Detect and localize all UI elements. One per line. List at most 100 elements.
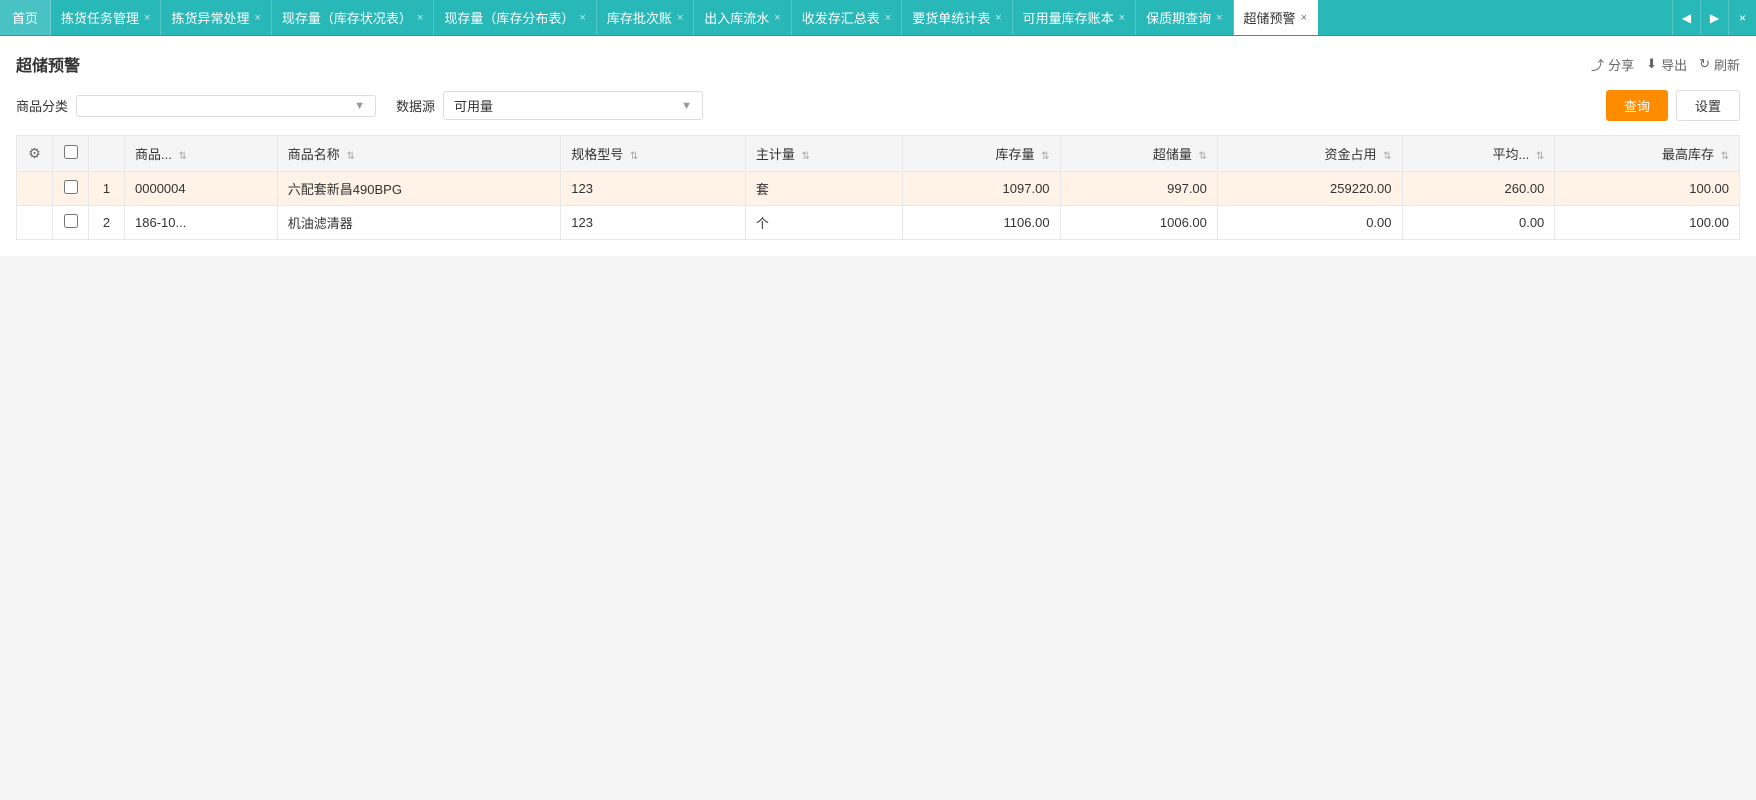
refresh-label: 刷新: [1714, 55, 1740, 74]
col-overstock[interactable]: 超储量 ⇅: [1060, 136, 1217, 172]
close-nav-5[interactable]: ×: [677, 12, 683, 24]
col-max-stock[interactable]: 最高库存 ⇅: [1555, 136, 1740, 172]
sort-icon-capital: ⇅: [1383, 151, 1391, 162]
close-nav-6[interactable]: ×: [774, 12, 780, 24]
nav-label-4: 现存量（库存分布表）: [444, 8, 574, 27]
category-label: 商品分类: [16, 96, 68, 115]
export-label: 导出: [1661, 55, 1687, 74]
nav-label-1: 拣货任务管理: [61, 8, 139, 27]
cell-num-1: 2: [89, 206, 125, 240]
cell-spec-0: 123: [561, 172, 746, 206]
nav-label-9: 可用量库存账本: [1023, 8, 1114, 27]
cell-overstock-0: 997.00: [1060, 172, 1217, 206]
nav-label-7: 收发存汇总表: [802, 8, 880, 27]
sort-icon-overstock: ⇅: [1199, 151, 1207, 162]
filter-row: 商品分类 ▼ 数据源 可用量 ▼ 查询 设置: [16, 90, 1740, 121]
nav-arrow-close[interactable]: ×: [1728, 0, 1756, 36]
sort-icon-avg: ⇅: [1536, 151, 1544, 162]
sort-icon-stock: ⇅: [1041, 151, 1049, 162]
gear-icon[interactable]: ⚙: [28, 145, 41, 161]
cell-capital-0: 259220.00: [1217, 172, 1402, 206]
nav-item-6[interactable]: 出入库流水 ×: [694, 0, 791, 36]
select-all-checkbox[interactable]: [64, 145, 78, 159]
col-unit[interactable]: 主计量 ⇅: [745, 136, 902, 172]
sort-icon-unit: ⇅: [802, 151, 810, 162]
close-nav-7[interactable]: ×: [885, 12, 891, 24]
nav-label-5: 库存批次账: [607, 8, 672, 27]
table-row: 2 186-10... 机油滤清器 123 个 1106.00 1006.00 …: [17, 206, 1740, 240]
table-header-row: ⚙ 商品... ⇅ 商品名称 ⇅ 规格型号 ⇅: [17, 136, 1740, 172]
nav-label-10: 保质期查询: [1146, 8, 1211, 27]
category-dropdown-arrow: ▼: [354, 100, 365, 112]
page-header: 超储预警 ⤴ 分享 ⬇ 导出 ↻ 刷新: [16, 52, 1740, 76]
nav-arrow-right[interactable]: ▶: [1700, 0, 1728, 36]
nav-item-10[interactable]: 保质期查询 ×: [1136, 0, 1233, 36]
cell-capital-1: 0.00: [1217, 206, 1402, 240]
close-nav-4[interactable]: ×: [579, 12, 585, 24]
home-label: 首页: [12, 8, 38, 27]
col-stock[interactable]: 库存量 ⇅: [903, 136, 1060, 172]
nav-item-home[interactable]: 首页: [0, 0, 51, 36]
col-product-name[interactable]: 商品名称 ⇅: [277, 136, 560, 172]
export-button[interactable]: ⬇ 导出: [1646, 55, 1687, 74]
close-nav-9[interactable]: ×: [1119, 12, 1125, 24]
nav-item-2[interactable]: 拣货异常处理 ×: [161, 0, 271, 36]
nav-item-3[interactable]: 现存量（库存状况表） ×: [272, 0, 434, 36]
nav-item-8[interactable]: 要货单统计表 ×: [902, 0, 1012, 36]
col-spec[interactable]: 规格型号 ⇅: [561, 136, 746, 172]
cell-stock-0: 1097.00: [903, 172, 1060, 206]
cell-spec-1: 123: [561, 206, 746, 240]
sort-icon-spec: ⇅: [630, 151, 638, 162]
nav-arrows: ◀ ▶ ×: [1672, 0, 1756, 36]
nav-item-4[interactable]: 现存量（库存分布表） ×: [434, 0, 596, 36]
refresh-button[interactable]: ↻ 刷新: [1699, 55, 1740, 74]
close-nav-3[interactable]: ×: [417, 12, 423, 24]
cell-num-0: 1: [89, 172, 125, 206]
nav-arrow-left[interactable]: ◀: [1672, 0, 1700, 36]
sort-icon-product-code: ⇅: [178, 151, 186, 162]
cell-product-code-0: 0000004: [125, 172, 278, 206]
cell-product-code-1: 186-10...: [125, 206, 278, 240]
nav-label-3: 现存量（库存状况表）: [282, 8, 412, 27]
cell-avg-0: 260.00: [1402, 172, 1555, 206]
close-nav-2[interactable]: ×: [254, 12, 260, 24]
cell-product-name-1: 机油滤清器: [277, 206, 560, 240]
page-content: 超储预警 ⤴ 分享 ⬇ 导出 ↻ 刷新 商品分类 ▼ 数据源: [0, 36, 1756, 256]
nav-label-8: 要货单统计表: [912, 8, 990, 27]
datasource-label: 数据源: [396, 96, 435, 115]
nav-item-5[interactable]: 库存批次账 ×: [597, 0, 694, 36]
col-avg[interactable]: 平均... ⇅: [1402, 136, 1555, 172]
cell-checkbox-0[interactable]: [53, 172, 89, 206]
sort-icon-product-name: ⇅: [346, 151, 354, 162]
close-nav-10[interactable]: ×: [1216, 12, 1222, 24]
cell-product-name-0: 六配套新昌490BPG: [277, 172, 560, 206]
nav-label-2: 拣货异常处理: [171, 8, 249, 27]
close-nav-8[interactable]: ×: [995, 12, 1001, 24]
col-settings[interactable]: ⚙: [17, 136, 53, 172]
row-checkbox-1[interactable]: [64, 214, 78, 228]
nav-item-11[interactable]: 超储预警 ×: [1234, 0, 1318, 36]
category-filter: 商品分类 ▼: [16, 95, 376, 117]
col-capital[interactable]: 资金占用 ⇅: [1217, 136, 1402, 172]
cell-settings-0: [17, 172, 53, 206]
nav-item-1[interactable]: 拣货任务管理 ×: [51, 0, 161, 36]
refresh-icon: ↻: [1699, 56, 1710, 72]
datasource-select[interactable]: 可用量 ▼: [443, 91, 703, 120]
close-nav-1[interactable]: ×: [144, 12, 150, 24]
share-button[interactable]: ⤴ 分享: [1591, 55, 1634, 74]
category-select[interactable]: ▼: [76, 95, 376, 117]
query-button[interactable]: 查询: [1606, 90, 1668, 121]
data-table: ⚙ 商品... ⇅ 商品名称 ⇅ 规格型号 ⇅: [16, 135, 1740, 240]
cell-stock-1: 1106.00: [903, 206, 1060, 240]
datasource-filter: 数据源 可用量 ▼: [396, 91, 703, 120]
settings-button[interactable]: 设置: [1676, 90, 1740, 121]
close-nav-11[interactable]: ×: [1301, 12, 1307, 24]
nav-item-9[interactable]: 可用量库存账本 ×: [1013, 0, 1136, 36]
cell-settings-1: [17, 206, 53, 240]
col-product-code[interactable]: 商品... ⇅: [125, 136, 278, 172]
cell-checkbox-1[interactable]: [53, 206, 89, 240]
row-checkbox-0[interactable]: [64, 180, 78, 194]
cell-unit-1: 个: [745, 206, 902, 240]
nav-item-7[interactable]: 收发存汇总表 ×: [792, 0, 902, 36]
col-rownum: [89, 136, 125, 172]
